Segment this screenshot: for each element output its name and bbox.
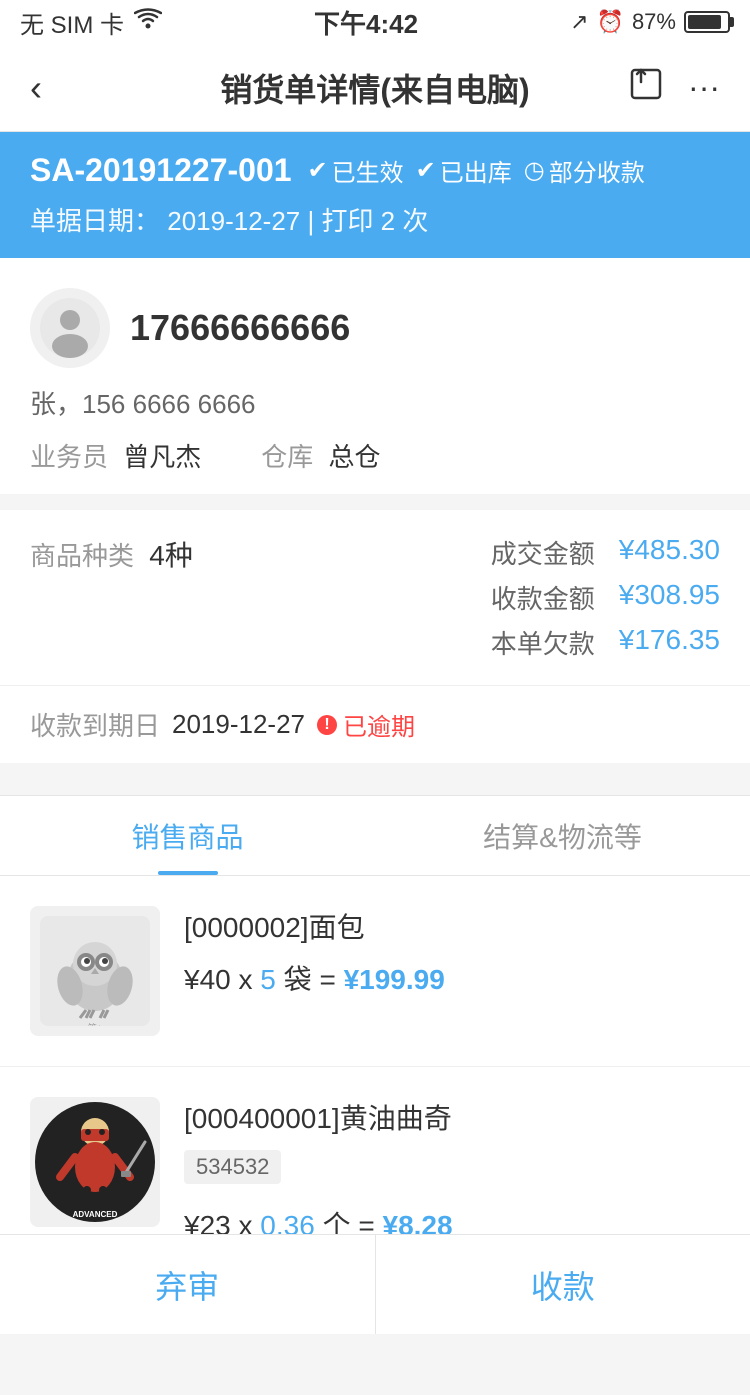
product-name-2: [000400001]黄油曲奇 xyxy=(184,1097,720,1137)
bottom-bar: 弃审 收款 xyxy=(0,1234,750,1334)
status-bar: 无 SIM 卡 下午4:42 ↗ ⏰ 87% xyxy=(0,0,750,44)
product-thumb-2: ADVANCED xyxy=(30,1097,160,1227)
order-date-row: 单据日期： 2019-12-27 | 打印 2 次 xyxy=(30,201,720,238)
carrier-text: 无 SIM 卡 xyxy=(20,5,124,40)
overdue-section: 收款到期日 2019-12-27 ! 已逾期 xyxy=(0,685,750,763)
status-time: 下午4:42 xyxy=(314,4,418,41)
product-list: 管+ [0000002]面包 ¥40 x 5 袋 = ¥199.99 xyxy=(0,876,750,1275)
warehouse-info: 仓库 总仓 xyxy=(261,437,380,474)
status-carrier: 无 SIM 卡 xyxy=(20,5,162,40)
status-badge-shipped: ✔ 已出库 xyxy=(416,153,512,188)
cancel-review-button[interactable]: 弃审 xyxy=(0,1235,376,1334)
check-icon-2: ✔ xyxy=(416,156,436,185)
tab-bar: 销售商品 结算&物流等 xyxy=(0,796,750,876)
status-right: ↗ ⏰ 87% xyxy=(570,9,730,35)
check-icon-1: ✔ xyxy=(308,156,328,185)
status-badges: ✔ 已生效 ✔ 已出库 ◷ 部分收款 xyxy=(308,153,645,188)
order-id: SA-20191227-001 xyxy=(30,152,292,189)
alarm-icon: ⏰ xyxy=(597,9,624,35)
location-icon: ↗ xyxy=(570,9,588,35)
battery-text: 87% xyxy=(632,9,676,35)
tab-products[interactable]: 销售商品 xyxy=(0,796,375,875)
order-header: SA-20191227-001 ✔ 已生效 ✔ 已出库 ◷ 部分收款 单据日期：… xyxy=(0,132,750,258)
received-amount-row: 收款金额 ¥308.95 xyxy=(491,579,720,616)
clock-icon: ◷ xyxy=(524,156,545,185)
amount-info: 成交金额 ¥485.30 收款金额 ¥308.95 本单欠款 ¥176.35 xyxy=(491,534,720,661)
customer-meta: 业务员 曾凡杰 仓库 总仓 xyxy=(30,437,720,474)
product-type-info: 商品种类 4种 xyxy=(30,534,193,578)
customer-name: 张，156 6666 6666 xyxy=(30,384,720,421)
divider-1 xyxy=(0,494,750,510)
debt-amount-row: 本单欠款 ¥176.35 xyxy=(491,624,720,661)
wifi-icon xyxy=(134,8,162,37)
sales-info: 业务员 曾凡杰 xyxy=(30,437,201,474)
product-thumb-1: 管+ xyxy=(30,906,160,1036)
overdue-badge: ! 已逾期 xyxy=(317,707,415,742)
battery-indicator xyxy=(684,11,730,33)
nav-bar: ‹ 销货单详情(来自电脑) ··· xyxy=(0,44,750,132)
status-badge-effective: ✔ 已生效 xyxy=(308,153,404,188)
avatar xyxy=(30,288,110,368)
tab-section: 销售商品 结算&物流等 xyxy=(0,795,750,876)
more-icon[interactable]: ··· xyxy=(688,69,720,106)
page-title: 销货单详情(来自电脑) xyxy=(220,65,529,111)
overdue-dot-icon: ! xyxy=(317,715,337,735)
product-name-1: [0000002]面包 xyxy=(184,906,720,946)
customer-phone: 17666666666 xyxy=(130,307,350,349)
status-badge-partial: ◷ 部分收款 xyxy=(524,153,645,188)
product-info-1: [0000002]面包 ¥40 x 5 袋 = ¥199.99 xyxy=(184,906,720,998)
payment-button[interactable]: 收款 xyxy=(376,1235,750,1334)
summary-section: 商品种类 4种 成交金额 ¥485.30 收款金额 ¥308.95 本单欠款 ¥… xyxy=(0,510,750,685)
svg-text:ADVANCED: ADVANCED xyxy=(73,1210,118,1219)
svg-text:管+: 管+ xyxy=(88,1022,102,1026)
product-price-1: ¥40 x 5 袋 = ¥199.99 xyxy=(184,958,720,998)
total-amount-row: 成交金额 ¥485.30 xyxy=(491,534,720,571)
product-sku-2: 534532 xyxy=(184,1150,281,1184)
product-info-2: [000400001]黄油曲奇 534532 ¥23 x 0.36 个 = ¥8… xyxy=(184,1097,720,1244)
nav-actions: ··· xyxy=(628,66,720,110)
tab-settlement[interactable]: 结算&物流等 xyxy=(375,796,750,875)
product-item: 管+ [0000002]面包 ¥40 x 5 袋 = ¥199.99 xyxy=(0,876,750,1067)
divider-2 xyxy=(0,763,750,779)
share-icon[interactable] xyxy=(628,66,664,110)
back-button[interactable]: ‹ xyxy=(30,57,52,119)
customer-section: 17666666666 张，156 6666 6666 业务员 曾凡杰 仓库 总… xyxy=(0,258,750,494)
